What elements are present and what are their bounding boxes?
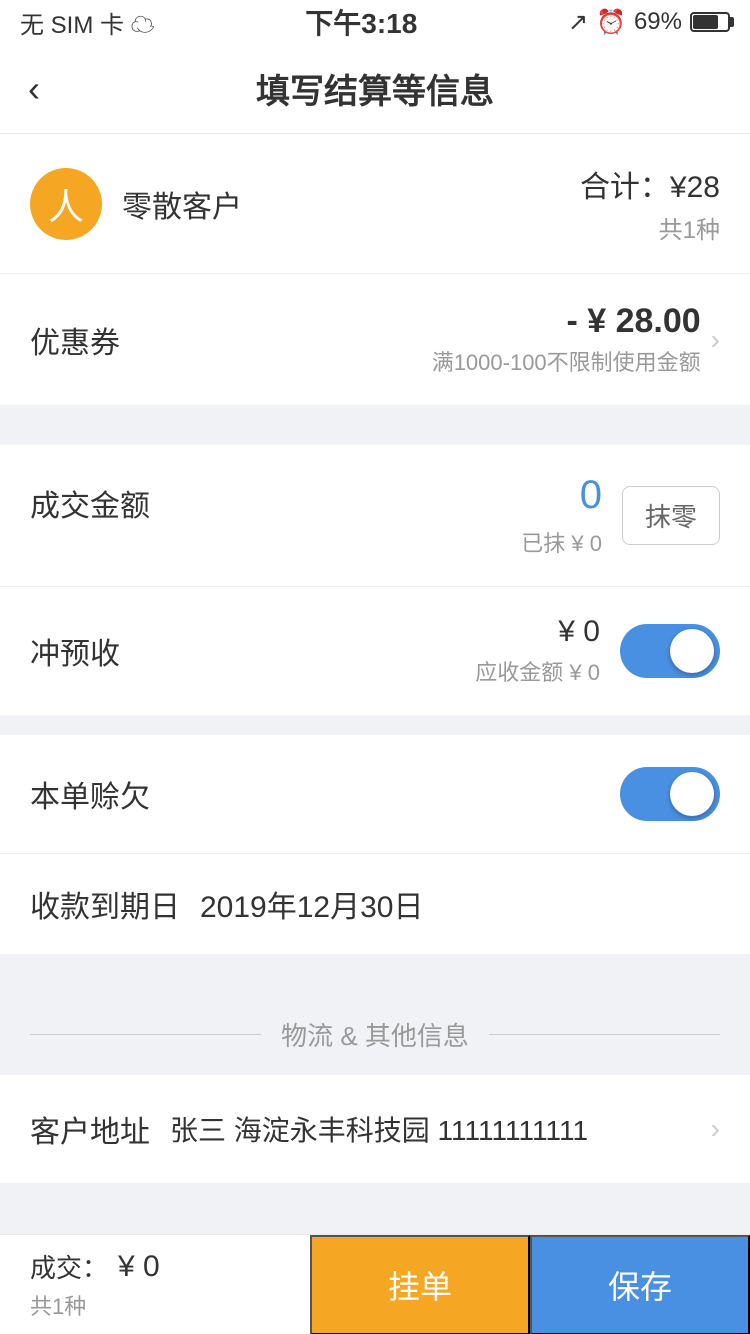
prepay-right: ¥ 0 应收金额 ¥ 0 — [475, 615, 720, 687]
round-button[interactable]: 抹零 — [622, 486, 720, 545]
section-divider-1 — [0, 425, 750, 445]
debt-row: 本单赊欠 — [0, 735, 750, 853]
debt-toggle[interactable] — [620, 767, 720, 821]
address-chevron-icon: › — [711, 1113, 720, 1145]
debt-toggle-knob — [670, 772, 714, 816]
status-time: 下午3:18 — [305, 2, 417, 42]
customer-section: 人 零散客户 合计：¥28 共1种 优惠券 - ¥ 28.00 满1000-10… — [0, 134, 750, 405]
transaction-section: 成交金额 0 已抹 ¥ 0 抹零 冲预收 ¥ 0 应收金额 ¥ 0 — [0, 445, 750, 715]
transaction-row: 成交金额 0 已抹 ¥ 0 抹零 — [0, 445, 750, 587]
toggle-knob — [670, 629, 714, 673]
status-left: 无 SIM 卡 ☁ — [20, 5, 155, 40]
address-label: 客户地址 — [30, 1107, 150, 1151]
logistics-header: 物流 & 其他信息 — [0, 994, 750, 1075]
customer-total: 合计：¥28 — [580, 162, 720, 206]
page-title: 填写结算等信息 — [256, 64, 494, 113]
bottom-info: 成交： ¥ 0 共1种 — [0, 1248, 310, 1321]
transaction-label: 成交金额 — [30, 473, 150, 525]
address-section: 客户地址 张三 海淀永丰科技园 11111111111 › — [0, 1075, 750, 1183]
coupon-info: - ¥ 28.00 满1000-100不限制使用金额 — [432, 302, 701, 377]
alarm-icon: ⏰ — [596, 8, 626, 37]
coupon-description: 满1000-100不限制使用金额 — [432, 345, 701, 377]
address-row[interactable]: 客户地址 张三 海淀永丰科技园 11111111111 › — [0, 1075, 750, 1183]
logistics-text: 物流 & 其他信息 — [281, 1016, 469, 1053]
prepay-amount: ¥ 0 — [475, 615, 600, 649]
customer-row: 人 零散客户 合计：¥28 共1种 — [0, 134, 750, 273]
customer-name: 零散客户 — [122, 182, 242, 226]
battery-icon — [690, 12, 730, 32]
transaction-sub: 已抹 ¥ 0 — [521, 526, 602, 558]
section-divider-3 — [0, 974, 750, 994]
battery-percent: 69% — [634, 8, 682, 36]
coupon-row[interactable]: 优惠券 - ¥ 28.00 满1000-100不限制使用金额 › — [0, 273, 750, 405]
address-value: 张三 海淀永丰科技园 11111111111 — [170, 1109, 711, 1149]
coupon-label: 优惠券 — [30, 318, 120, 362]
bottom-transaction-label: 成交： — [30, 1248, 108, 1285]
prepay-toggle[interactable] — [620, 624, 720, 678]
due-date-label: 收款到期日 — [30, 882, 180, 926]
due-date-value: 2019年12月30日 — [200, 882, 423, 926]
bottom-bar: 成交： ¥ 0 共1种 挂单 保存 — [0, 1234, 750, 1334]
transaction-value: 0 — [521, 473, 602, 518]
avatar: 人 — [30, 168, 102, 240]
customer-info: 人 零散客户 — [30, 168, 242, 240]
debt-label: 本单赊欠 — [30, 772, 150, 816]
chevron-right-icon: › — [711, 324, 720, 356]
status-right: ↗ ⏰ 69% — [568, 8, 730, 37]
sim-status: 无 SIM 卡 ☁ — [20, 5, 155, 40]
coupon-right: - ¥ 28.00 满1000-100不限制使用金额 › — [432, 302, 720, 377]
debt-section: 本单赊欠 收款到期日 2019年12月30日 — [0, 735, 750, 954]
customer-count: 共1种 — [580, 210, 720, 245]
location-icon: ↗ — [568, 8, 588, 37]
transaction-right: 0 已抹 ¥ 0 抹零 — [521, 473, 720, 558]
transaction-value-wrap: 0 已抹 ¥ 0 — [521, 473, 602, 558]
status-bar: 无 SIM 卡 ☁ 下午3:18 ↗ ⏰ 69% — [0, 0, 750, 44]
bottom-transaction-amount: ¥ 0 — [118, 1250, 160, 1284]
divider-line-right — [489, 1034, 720, 1035]
hold-button[interactable]: 挂单 — [310, 1235, 530, 1334]
save-button[interactable]: 保存 — [530, 1235, 750, 1334]
prepay-values: ¥ 0 应收金额 ¥ 0 — [475, 615, 600, 687]
prepay-label: 冲预收 — [30, 629, 120, 673]
coupon-discount: - ¥ 28.00 — [432, 302, 701, 341]
divider-line-left — [30, 1034, 261, 1035]
bottom-transaction: 成交： ¥ 0 — [30, 1248, 280, 1285]
customer-total-block: 合计：¥28 共1种 — [580, 162, 720, 245]
due-date-row[interactable]: 收款到期日 2019年12月30日 — [0, 853, 750, 954]
prepay-row: 冲预收 ¥ 0 应收金额 ¥ 0 — [0, 587, 750, 715]
back-button[interactable]: ‹ — [28, 68, 40, 110]
bottom-count: 共1种 — [30, 1289, 280, 1321]
prepay-sub: 应收金额 ¥ 0 — [475, 655, 600, 687]
nav-bar: ‹ 填写结算等信息 — [0, 44, 750, 134]
section-divider-2 — [0, 715, 750, 735]
